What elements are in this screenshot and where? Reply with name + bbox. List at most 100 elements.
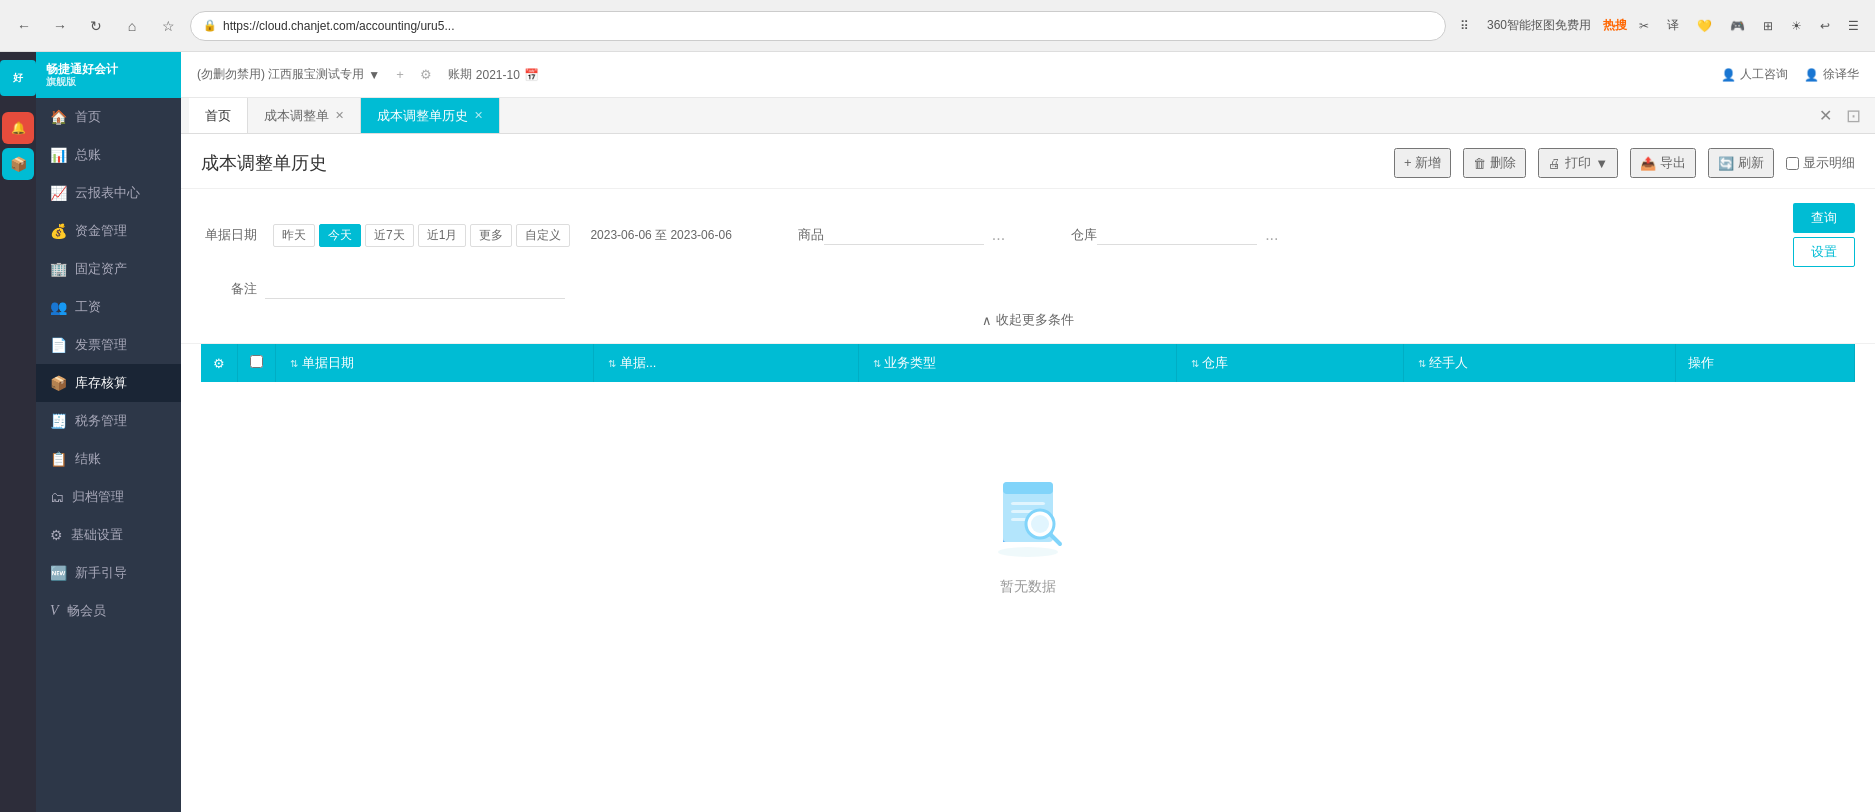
- sidebar-item-fund[interactable]: 💰 资金管理: [36, 212, 181, 250]
- sidebar-item-guide[interactable]: 🆕 新手引导: [36, 554, 181, 592]
- remark-input[interactable]: [265, 279, 565, 299]
- tab-cost-adjust-history-label: 成本调整单历史: [377, 107, 468, 125]
- sidebar-item-ledger[interactable]: 📊 总账: [36, 136, 181, 174]
- tab-cost-adjust-label: 成本调整单: [264, 107, 329, 125]
- undo-icon[interactable]: ↩: [1814, 17, 1836, 35]
- goods-input[interactable]: [824, 225, 984, 245]
- sidebar-item-invoice[interactable]: 📄 发票管理: [36, 326, 181, 364]
- sidebar-item-basic[interactable]: ⚙ 基础设置: [36, 516, 181, 554]
- settings-gear-icon[interactable]: ⚙: [420, 67, 432, 82]
- table-section: ⚙ ⇅ 单据日期 ⇅ 单据... ⇅: [181, 344, 1875, 636]
- tab-home[interactable]: 首页: [189, 98, 248, 133]
- apps-icon[interactable]: ⊞: [1757, 17, 1779, 35]
- bookmark-button[interactable]: ☆: [154, 12, 182, 40]
- th-date[interactable]: ⇅ 单据日期: [276, 344, 594, 382]
- delete-button[interactable]: 🗑 删除: [1463, 148, 1526, 178]
- sidebar-item-close[interactable]: 📋 结账: [36, 440, 181, 478]
- show-cols-toggle[interactable]: 显示明细: [1786, 154, 1855, 172]
- refresh-button[interactable]: 🔄 刷新: [1708, 148, 1774, 178]
- icon-sidebar-active[interactable]: 📦: [2, 148, 34, 180]
- company-dropdown-icon: ▼: [368, 68, 380, 82]
- menu-icon[interactable]: ☰: [1842, 17, 1865, 35]
- warehouse-input[interactable]: [1097, 225, 1257, 245]
- th-actions-label: 操作: [1688, 355, 1714, 370]
- new-button[interactable]: + 新增: [1394, 148, 1451, 178]
- back-button[interactable]: ←: [10, 12, 38, 40]
- filter-row-date: 单据日期 昨天 今天 近7天 近1月 更多 自定义 2023-06-06 至 2…: [201, 203, 1855, 267]
- th-warehouse[interactable]: ⇅ 仓库: [1176, 344, 1403, 382]
- th-handler[interactable]: ⇅ 经手人: [1403, 344, 1675, 382]
- scissors-icon[interactable]: ✂: [1633, 17, 1655, 35]
- icon-sidebar: 好 🔔 📦: [0, 52, 36, 812]
- table-header-row: ⚙ ⇅ 单据日期 ⇅ 单据... ⇅: [201, 344, 1855, 382]
- panel-expand-button[interactable]: ⊡: [1840, 105, 1867, 127]
- query-button[interactable]: 查询: [1793, 203, 1855, 233]
- address-bar[interactable]: 🔒 https://cloud.chanjet.com/accounting/u…: [190, 11, 1446, 41]
- date-btn-custom[interactable]: 自定义: [516, 224, 570, 247]
- show-cols-checkbox[interactable]: [1786, 157, 1799, 170]
- game-icon[interactable]: 🎮: [1724, 17, 1751, 35]
- top-right: 👤 人工咨询 👤 徐译华: [1721, 66, 1859, 83]
- reload-button[interactable]: ↻: [82, 12, 110, 40]
- sidebar-item-vip[interactable]: V 畅会员: [36, 592, 181, 630]
- date-btn-more[interactable]: 更多: [470, 224, 512, 247]
- translate-icon[interactable]: 译: [1661, 15, 1685, 36]
- sidebar-item-home[interactable]: 🏠 首页: [36, 98, 181, 136]
- salary-icon: 👥: [50, 299, 67, 315]
- th-biz-type[interactable]: ⇅ 业务类型: [858, 344, 1176, 382]
- date-btn-today[interactable]: 今天: [319, 224, 361, 247]
- tab-cost-adjust-close[interactable]: ✕: [335, 109, 344, 122]
- sidebar-item-asset[interactable]: 🏢 固定资产: [36, 250, 181, 288]
- page-header: 成本调整单历史 + 新增 🗑 删除 🖨 打印 ▼ 📤 导出: [181, 134, 1875, 189]
- user-avatar[interactable]: 👤 徐译华: [1804, 66, 1859, 83]
- sidebar-label-vip: 畅会员: [67, 602, 106, 620]
- empty-state: 暂无数据: [201, 382, 1855, 636]
- sidebar-item-tax[interactable]: 🧾 税务管理: [36, 402, 181, 440]
- period-info: 账期 2021-10 📅: [448, 66, 539, 83]
- calendar-icon[interactable]: 📅: [524, 68, 539, 82]
- tab-cost-adjust[interactable]: 成本调整单 ✕: [248, 98, 361, 133]
- th-gear[interactable]: ⚙: [201, 344, 238, 382]
- avatar-icon: 👤: [1804, 68, 1819, 82]
- forward-button[interactable]: →: [46, 12, 74, 40]
- goods-dots[interactable]: ...: [992, 226, 1005, 244]
- sidebar-item-archive[interactable]: 🗂 归档管理: [36, 478, 181, 516]
- right-action-buttons: 查询 设置: [1793, 203, 1855, 267]
- panel-close-button[interactable]: ✕: [1811, 106, 1840, 125]
- filter-settings-button[interactable]: 设置: [1793, 237, 1855, 267]
- sidebar-item-salary[interactable]: 👥 工资: [36, 288, 181, 326]
- home-button[interactable]: ⌂: [118, 12, 146, 40]
- date-btn-yesterday[interactable]: 昨天: [273, 224, 315, 247]
- select-all-checkbox[interactable]: [250, 355, 263, 368]
- ledger-icon: 📊: [50, 147, 67, 163]
- export-button[interactable]: 📤 导出: [1630, 148, 1696, 178]
- print-button[interactable]: 🖨 打印 ▼: [1538, 148, 1618, 178]
- brightness-icon[interactable]: ☀: [1785, 17, 1808, 35]
- extensions-button[interactable]: ⠿: [1454, 17, 1475, 35]
- user-service[interactable]: 👤 人工咨询: [1721, 66, 1788, 83]
- sidebar-label-asset: 固定资产: [75, 260, 127, 278]
- warehouse-dots[interactable]: ...: [1265, 226, 1278, 244]
- date-btn-1month[interactable]: 近1月: [418, 224, 467, 247]
- company-selector[interactable]: (勿删勿禁用) 江西服宝测试专用 ▼: [197, 66, 380, 83]
- collapse-button[interactable]: ∧ 收起更多条件: [201, 311, 1855, 329]
- remark-label: 备注: [201, 280, 257, 298]
- date-btn-7days[interactable]: 近7天: [365, 224, 414, 247]
- add-company-button[interactable]: +: [396, 67, 404, 82]
- th-doc-no[interactable]: ⇅ 单据...: [594, 344, 859, 382]
- sidebar-item-inventory[interactable]: 📦 库存核算: [36, 364, 181, 402]
- tab-cost-adjust-history-close[interactable]: ✕: [474, 109, 483, 122]
- page-tabs: 首页 成本调整单 ✕ 成本调整单历史 ✕ ✕ ⊡: [181, 98, 1875, 134]
- tab-cost-adjust-history[interactable]: 成本调整单历史 ✕: [361, 98, 500, 133]
- th-checkbox[interactable]: [238, 344, 276, 382]
- svg-rect-2: [1003, 482, 1053, 494]
- sidebar-label-guide: 新手引导: [75, 564, 127, 582]
- sidebar-item-report[interactable]: 📈 云报表中心: [36, 174, 181, 212]
- wallet-icon[interactable]: 💛: [1691, 17, 1718, 35]
- icon-sidebar-notify[interactable]: 🔔: [2, 112, 34, 144]
- browser-bar: ← → ↻ ⌂ ☆ 🔒 https://cloud.chanjet.com/ac…: [0, 0, 1875, 52]
- sidebar-label-salary: 工资: [75, 298, 101, 316]
- sidebar-label-ledger: 总账: [75, 146, 101, 164]
- user-name: 徐译华: [1823, 66, 1859, 83]
- period-value: 2021-10: [476, 68, 520, 82]
